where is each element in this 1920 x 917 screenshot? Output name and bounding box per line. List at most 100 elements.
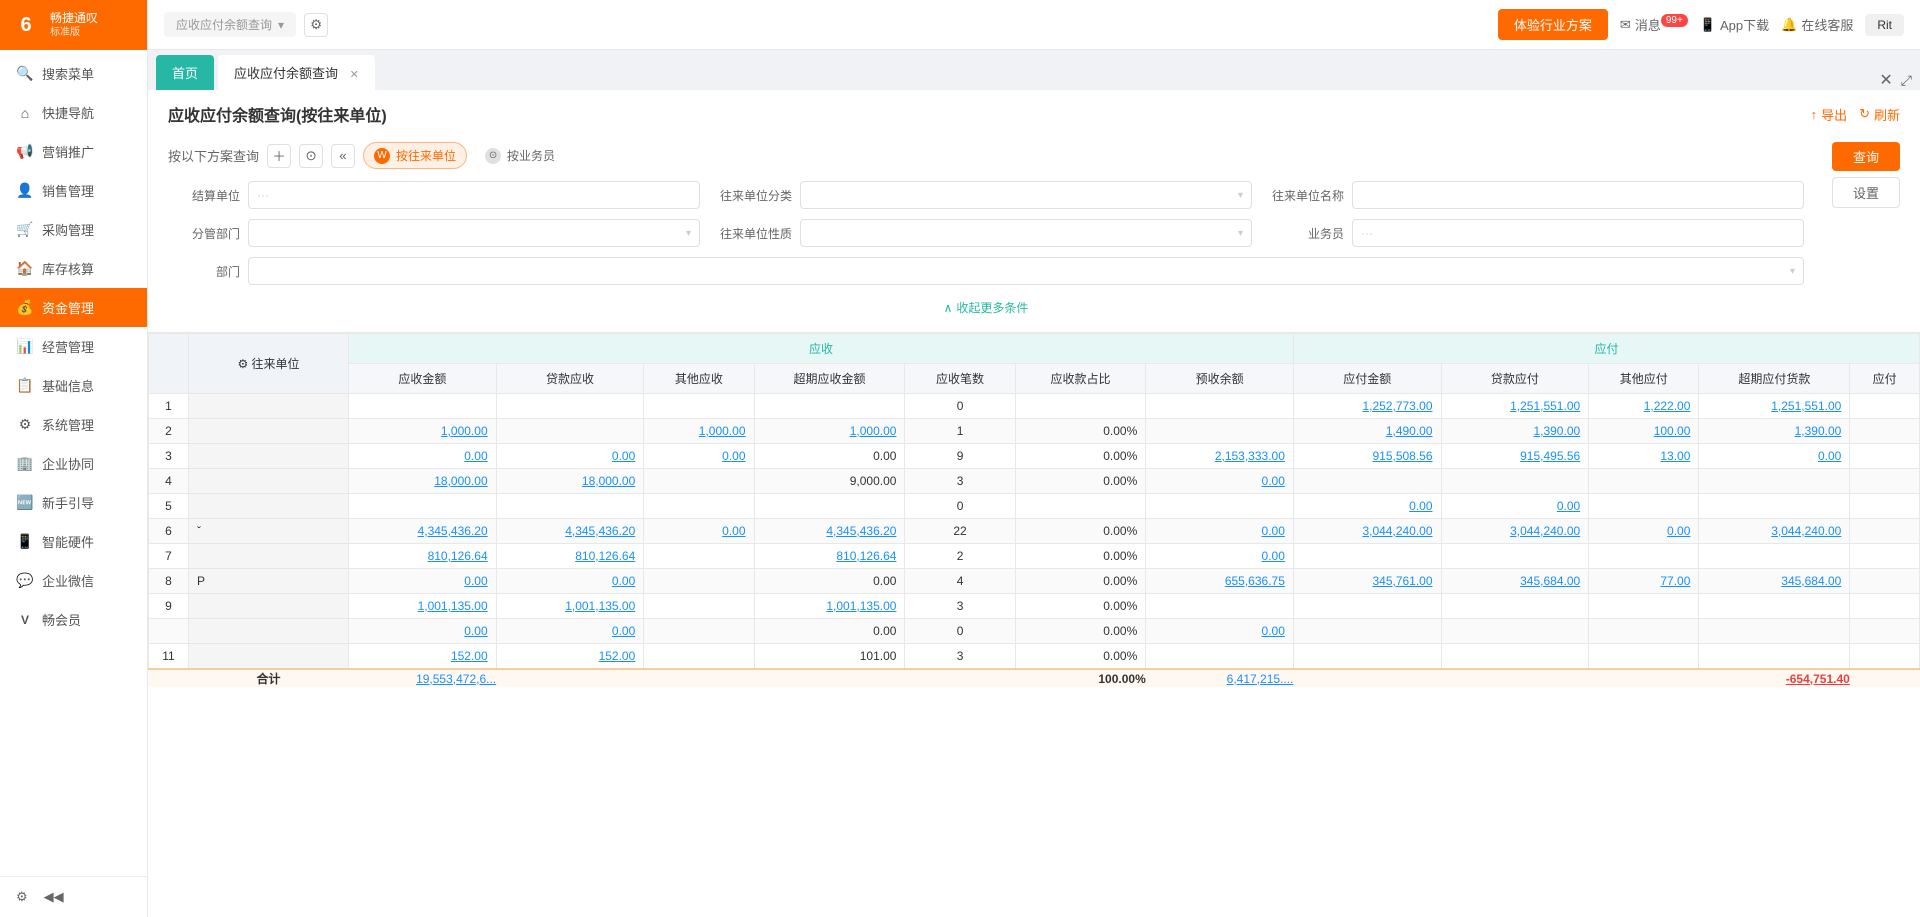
row-11-ap-amount[interactable] — [1293, 644, 1441, 670]
row-6-ar-amount[interactable]: 4,345,436.20 — [349, 519, 497, 544]
sidebar-item-marketing[interactable]: 📢 营销推广 — [0, 132, 147, 171]
row-9-ap-overdue[interactable] — [1699, 594, 1850, 619]
row-9-ar-amount[interactable]: 1,001,135.00 — [349, 594, 497, 619]
row-4-ap-overdue[interactable] — [1699, 469, 1850, 494]
row-7-ap-loan[interactable] — [1441, 544, 1589, 569]
row-10-ar-loan[interactable]: 0.00 — [496, 619, 644, 644]
row-2-ar-other[interactable]: 1,000.00 — [644, 419, 754, 444]
row-10-ar-prepay[interactable]: 0.00 — [1146, 619, 1294, 644]
row-11-ar-other[interactable] — [644, 644, 754, 670]
row-10-ap-amount[interactable] — [1293, 619, 1441, 644]
row-1-ar-loan[interactable] — [496, 394, 644, 419]
row-11-ap-loan[interactable] — [1441, 644, 1589, 670]
export-button[interactable]: ↑ 导出 — [1811, 105, 1848, 124]
row-6-ap-overdue[interactable]: 3,044,240.00 — [1699, 519, 1850, 544]
settings-footer-button[interactable]: ⚙ — [16, 889, 28, 905]
edit-scheme-button[interactable]: ⊙ — [299, 144, 323, 168]
row-8-ap-other[interactable]: 77.00 — [1589, 569, 1699, 594]
row-2-ap-loan[interactable]: 1,390.00 — [1441, 419, 1589, 444]
row-7-ar-other[interactable] — [644, 544, 754, 569]
row-3-ar-prepay[interactable]: 2,153,333.00 — [1146, 444, 1294, 469]
sidebar-item-system[interactable]: ⚙ 系统管理 — [0, 405, 147, 444]
row-6-ar-other[interactable]: 0.00 — [644, 519, 754, 544]
row-8-ar-amount[interactable]: 0.00 — [349, 569, 497, 594]
gear-icon[interactable]: ⚙ — [237, 357, 248, 371]
sidebar-item-wechat[interactable]: 💬 企业微信 — [0, 561, 147, 600]
sidebar-item-capital[interactable]: 💰 资金管理 — [0, 288, 147, 327]
close-window-button[interactable]: ✕ — [1879, 70, 1892, 90]
sidebar-item-quicknav[interactable]: ⌂ 快捷导航 — [0, 93, 147, 132]
row-5-ar-amount[interactable] — [349, 494, 497, 519]
query-button[interactable]: 查询 — [1832, 142, 1900, 171]
row-1-ap-other[interactable]: 1,222.00 — [1589, 394, 1699, 419]
sidebar-item-enterprise[interactable]: 🏢 企业协同 — [0, 444, 147, 483]
row-3-ap-amount[interactable]: 915,508.56 — [1293, 444, 1441, 469]
row-9-ap-loan[interactable] — [1441, 594, 1589, 619]
row-5-ar-other[interactable] — [644, 494, 754, 519]
sidebar-item-operations[interactable]: 📊 经营管理 — [0, 327, 147, 366]
row-1-ap-overdue[interactable]: 1,251,551.00 — [1699, 394, 1850, 419]
row-1-ar-other[interactable] — [644, 394, 754, 419]
row-3-ap-other[interactable]: 13.00 — [1589, 444, 1699, 469]
row-1-ap-loan[interactable]: 1,251,551.00 — [1441, 394, 1589, 419]
salesperson-input[interactable] — [1352, 219, 1804, 247]
row-11-ar-prepay[interactable] — [1146, 644, 1294, 670]
refresh-button[interactable]: ↻ 刷新 — [1859, 105, 1900, 124]
row-9-ar-prepay[interactable] — [1146, 594, 1294, 619]
row-11-ar-loan[interactable]: 152.00 — [496, 644, 644, 670]
row-11-ar-amount[interactable]: 152.00 — [349, 644, 497, 670]
row-7-ap-amount[interactable] — [1293, 544, 1441, 569]
row-2-ap-other[interactable]: 100.00 — [1589, 419, 1699, 444]
row-9-ap-amount[interactable] — [1293, 594, 1441, 619]
sidebar-item-guide[interactable]: 🆕 新手引导 — [0, 483, 147, 522]
row-4-ar-prepay[interactable]: 0.00 — [1146, 469, 1294, 494]
row-6-ap-amount[interactable]: 3,044,240.00 — [1293, 519, 1441, 544]
row-7-ap-other[interactable] — [1589, 544, 1699, 569]
row-11-ap-other[interactable] — [1589, 644, 1699, 670]
topbar-settings-icon[interactable]: ⚙ — [304, 13, 328, 37]
partner-name-input[interactable] — [1352, 181, 1804, 209]
row-5-ap-loan[interactable]: 0.00 — [1441, 494, 1589, 519]
sidebar-item-vip[interactable]: V 畅会员 — [0, 600, 147, 639]
sidebar-item-hardware[interactable]: 📱 智能硬件 — [0, 522, 147, 561]
row-8-ar-other[interactable] — [644, 569, 754, 594]
row-10-ap-overdue[interactable] — [1699, 619, 1850, 644]
row-1-ar-amount[interactable] — [349, 394, 497, 419]
row-2-ar-prepay[interactable] — [1146, 419, 1294, 444]
collapse-sidebar-button[interactable]: ◀◀ — [44, 889, 64, 905]
sidebar-item-sales[interactable]: 👤 销售管理 — [0, 171, 147, 210]
row-8-ap-loan[interactable]: 345,684.00 — [1441, 569, 1589, 594]
online-support-button[interactable]: 🔔 在线客服 — [1781, 15, 1853, 34]
scheme-by-unit[interactable]: W 按往来单位 — [363, 142, 467, 169]
row-10-ar-other[interactable] — [644, 619, 754, 644]
setting-button[interactable]: 设置 — [1832, 177, 1900, 208]
row-2-ar-overdue[interactable]: 1,000.00 — [754, 419, 905, 444]
prev-scheme-button[interactable]: « — [331, 144, 355, 168]
row-7-ar-amount[interactable]: 810,126.64 — [349, 544, 497, 569]
tab-ar-ap[interactable]: 应收应付余额查询 ✕ — [218, 55, 375, 90]
row-1-ap-amount[interactable]: 1,252,773.00 — [1293, 394, 1441, 419]
row-4-ar-other[interactable] — [644, 469, 754, 494]
app-download-button[interactable]: 📱 App下载 — [1700, 15, 1769, 34]
sidebar-item-purchase[interactable]: 🛒 采购管理 — [0, 210, 147, 249]
row-9-ap-other[interactable] — [1589, 594, 1699, 619]
row-3-ar-loan[interactable]: 0.00 — [496, 444, 644, 469]
scheme-by-staff[interactable]: ⊙ 按业务员 — [475, 143, 565, 168]
row-4-ap-other[interactable] — [1589, 469, 1699, 494]
row-5-ap-other[interactable] — [1589, 494, 1699, 519]
maximize-window-button[interactable]: ⤢ — [1901, 72, 1912, 89]
solution-button[interactable]: 体验行业方案 — [1498, 9, 1608, 40]
sidebar-item-inventory[interactable]: 🏠 库存核算 — [0, 249, 147, 288]
row-5-ar-loan[interactable] — [496, 494, 644, 519]
row-7-ar-overdue[interactable]: 810,126.64 — [754, 544, 905, 569]
row-7-ar-prepay[interactable]: 0.00 — [1146, 544, 1294, 569]
row-5-ar-prepay[interactable] — [1146, 494, 1294, 519]
row-10-ar-amount[interactable]: 0.00 — [349, 619, 497, 644]
footer-ar-amount[interactable]: 19,553,472,6... — [349, 669, 497, 687]
row-9-ar-other[interactable] — [644, 594, 754, 619]
row-6-ar-overdue[interactable]: 4,345,436.20 — [754, 519, 905, 544]
partner-category-input[interactable]: ▾ — [800, 181, 1252, 209]
row-2-ar-amount[interactable]: 1,000.00 — [349, 419, 497, 444]
row-4-ar-loan[interactable]: 18,000.00 — [496, 469, 644, 494]
sidebar-item-search[interactable]: 🔍 搜索菜单 — [0, 54, 147, 93]
